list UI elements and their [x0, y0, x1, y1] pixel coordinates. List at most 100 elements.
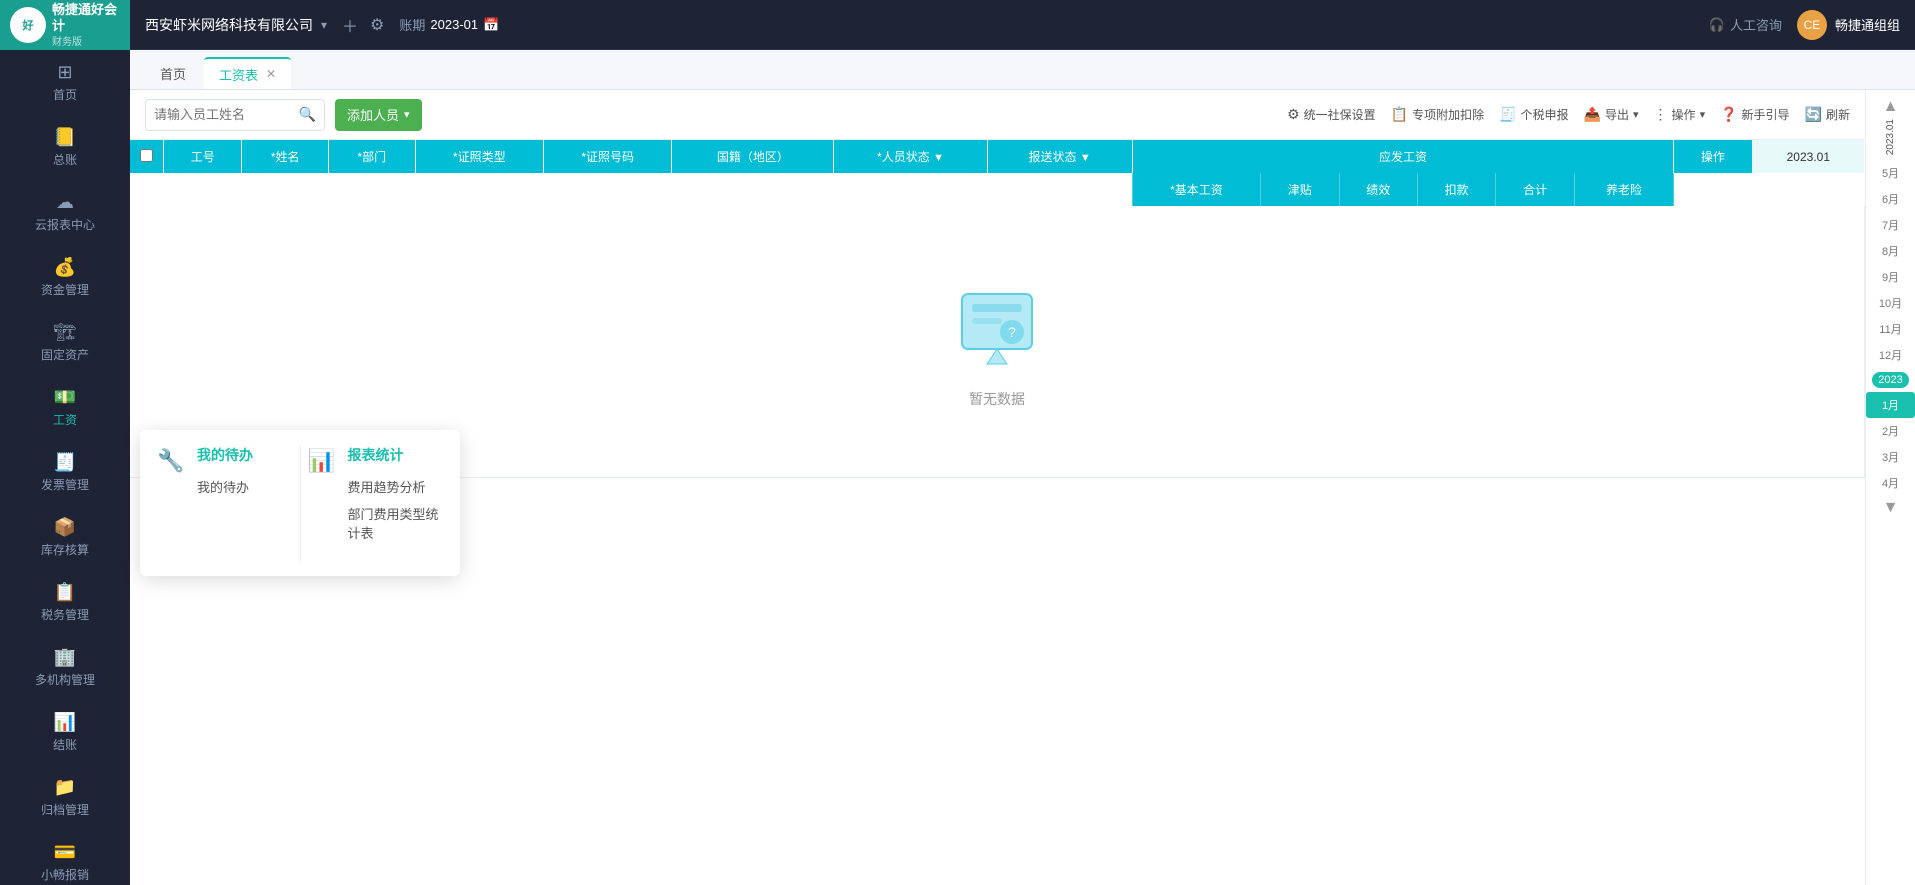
header-nationality: 国籍（地区）: [672, 140, 834, 173]
app-logo[interactable]: 好 畅捷通好会计 财务版: [0, 0, 130, 50]
special-deduction-button[interactable]: 📋 专项附加扣除: [1391, 106, 1484, 123]
timeline-month-11[interactable]: 11月: [1866, 316, 1915, 342]
report-item-1[interactable]: 费用趋势分析: [348, 473, 446, 500]
status-filter-icon[interactable]: ▼: [933, 152, 944, 164]
sidebar-label-ledger: 总账: [53, 151, 77, 168]
search-input[interactable]: [154, 107, 299, 122]
tab-home-label: 首页: [160, 64, 186, 83]
sidebar-label-salary: 工资: [53, 411, 77, 428]
expense-icon: 💳: [54, 842, 76, 863]
select-all-checkbox[interactable]: [140, 149, 153, 162]
popup-col-report: 📊 报表统计 费用趋势分析 部门费用类型统计表: [306, 445, 446, 561]
special-deduction-label: 专项附加扣除: [1412, 106, 1484, 123]
social-insurance-button[interactable]: ⚙ 统一社保设置: [1287, 106, 1376, 123]
timeline-month-2[interactable]: 2月: [1866, 418, 1915, 444]
report-item-2[interactable]: 部门费用类型统计表: [348, 500, 446, 546]
operations-button[interactable]: ⋮ 操作 ▾: [1654, 106, 1706, 123]
sidebar-item-salary[interactable]: 💵 工资: [0, 375, 130, 440]
todo-section-title[interactable]: 我的待办: [197, 445, 253, 465]
user-name: 畅捷通组组: [1835, 15, 1900, 34]
sidebar-item-tax[interactable]: 📋 税务管理: [0, 570, 130, 635]
timeline-month-1[interactable]: 1月: [1866, 392, 1915, 418]
table-sub-header-row: *基本工资 津贴 绩效 扣款 合计 养老险: [130, 173, 1865, 206]
search-icon[interactable]: 🔍: [299, 106, 316, 123]
add-btn-label: 添加人员: [347, 105, 399, 124]
user-info[interactable]: CE 畅捷通组组: [1797, 10, 1900, 40]
sub-header-total: 合计: [1496, 173, 1574, 206]
add-person-button[interactable]: 添加人员 ▾: [335, 99, 422, 131]
refresh-label: 刷新: [1826, 106, 1850, 123]
settings-button[interactable]: ⚙: [370, 15, 384, 35]
operations-label: 操作: [1672, 106, 1696, 123]
timeline-month-6[interactable]: 6月: [1866, 186, 1915, 212]
tab-home[interactable]: 首页: [145, 57, 201, 89]
timeline-period-header: 2023.01: [1885, 119, 1896, 155]
popup-menu: 🔧 我的待办 我的待办 📊 报表统计 费用趋势分析 部门费用类型统计表: [140, 430, 460, 576]
sidebar-item-home[interactable]: ⊞ 首页: [0, 50, 130, 115]
timeline-month-10[interactable]: 10月: [1866, 290, 1915, 316]
tab-salary[interactable]: 工资表 ✕: [204, 57, 291, 89]
export-dropdown-icon: ▾: [1633, 108, 1639, 121]
social-insurance-label: 统一社保设置: [1304, 106, 1376, 123]
refresh-icon: 🔄: [1805, 106, 1822, 123]
dropdown-arrow-icon: ▾: [404, 108, 410, 121]
sidebar-item-expense[interactable]: 💳 小畅报销: [0, 830, 130, 885]
sidebar-item-cloud-report[interactable]: ☁ 云报表中心: [0, 180, 130, 245]
popup-section-report: 📊 报表统计 费用趋势分析 部门费用类型统计表: [306, 445, 446, 546]
sidebar-item-inventory[interactable]: 📦 库存核算: [0, 505, 130, 570]
export-button[interactable]: 📤 导出 ▾: [1584, 106, 1639, 123]
sidebar-item-multi-org[interactable]: 🏢 多机构管理: [0, 635, 130, 700]
close-account-icon: 📊: [54, 712, 76, 733]
report-filter-icon[interactable]: ▼: [1080, 152, 1091, 164]
report-section-icon: 📊: [306, 445, 338, 477]
timeline-month-5[interactable]: 5月: [1866, 160, 1915, 186]
timeline-month-8[interactable]: 8月: [1866, 238, 1915, 264]
archive-icon: 📁: [54, 777, 76, 798]
sidebar-item-archive[interactable]: 📁 归档管理: [0, 765, 130, 830]
support-label: 人工咨询: [1730, 15, 1782, 34]
sidebar-item-invoice[interactable]: 🧾 发票管理: [0, 440, 130, 505]
timeline-month-4[interactable]: 4月: [1866, 470, 1915, 496]
avatar-text: CE: [1804, 18, 1821, 32]
sidebar-item-close-account[interactable]: 📊 结账: [0, 700, 130, 765]
company-selector[interactable]: 西安虾米网络科技有限公司 ▾: [145, 15, 327, 35]
sidebar-label-expense: 小畅报销: [41, 866, 89, 883]
timeline-next-button[interactable]: ▼: [1883, 496, 1899, 520]
period-value: 2023-01: [430, 17, 478, 32]
tax-report-icon: 🧾: [1499, 106, 1516, 123]
header-checkbox-cell: [130, 140, 164, 173]
sidebar-item-fixed-assets[interactable]: 🏗 固定资产: [0, 310, 130, 375]
svg-text:?: ?: [1008, 324, 1016, 340]
header-dept: *部门: [329, 140, 416, 173]
empty-icon: ?: [947, 274, 1047, 374]
sidebar-label-invoice: 发票管理: [41, 476, 89, 493]
add-company-button[interactable]: ＋: [342, 13, 358, 37]
table-header-row: 工号 *姓名 *部门 *证照类型 *证照号码 国籍（地区） *人员状态 ▼: [130, 140, 1865, 173]
sidebar-item-general-ledger[interactable]: 📒 总账: [0, 115, 130, 180]
sidebar-label-multi-org: 多机构管理: [35, 671, 95, 688]
sidebar-item-funds[interactable]: 💰 资金管理: [0, 245, 130, 310]
todo-item-1[interactable]: 我的待办: [197, 473, 253, 500]
tab-close-icon[interactable]: ✕: [266, 67, 276, 81]
timeline-month-12[interactable]: 12月: [1866, 342, 1915, 368]
popup-col-divider: [300, 445, 301, 561]
calendar-icon[interactable]: 📅: [483, 17, 499, 33]
operations-icon: ⋮: [1654, 106, 1668, 123]
sidebar-nav: ⊞ 首页 📒 总账 ☁ 云报表中心 💰 资金管理 🏗 固定资产 💵 工资: [0, 50, 130, 885]
popup-columns: 🔧 我的待办 我的待办 📊 报表统计 费用趋势分析 部门费用类型统计表: [155, 445, 445, 561]
tax-report-button[interactable]: 🧾 个税申报: [1499, 106, 1568, 123]
timeline-prev-button[interactable]: ▲: [1883, 95, 1899, 119]
support-button[interactable]: 🎧 人工咨询: [1709, 15, 1782, 34]
timeline-month-7[interactable]: 7月: [1866, 212, 1915, 238]
logo-icon: 好: [10, 7, 46, 43]
timeline-month-9[interactable]: 9月: [1866, 264, 1915, 290]
company-name: 西安虾米网络科技有限公司: [145, 15, 313, 35]
report-section-title[interactable]: 报表统计: [348, 445, 446, 465]
guide-button[interactable]: ❓ 新手引导: [1720, 106, 1789, 123]
user-avatar: CE: [1797, 10, 1827, 40]
header-id-no: *证照号码: [543, 140, 671, 173]
timeline-month-3[interactable]: 3月: [1866, 444, 1915, 470]
header-operations: 操作: [1674, 140, 1752, 173]
header-right: 🎧 人工咨询 CE 畅捷通组组: [1709, 10, 1900, 40]
refresh-button[interactable]: 🔄 刷新: [1805, 106, 1850, 123]
